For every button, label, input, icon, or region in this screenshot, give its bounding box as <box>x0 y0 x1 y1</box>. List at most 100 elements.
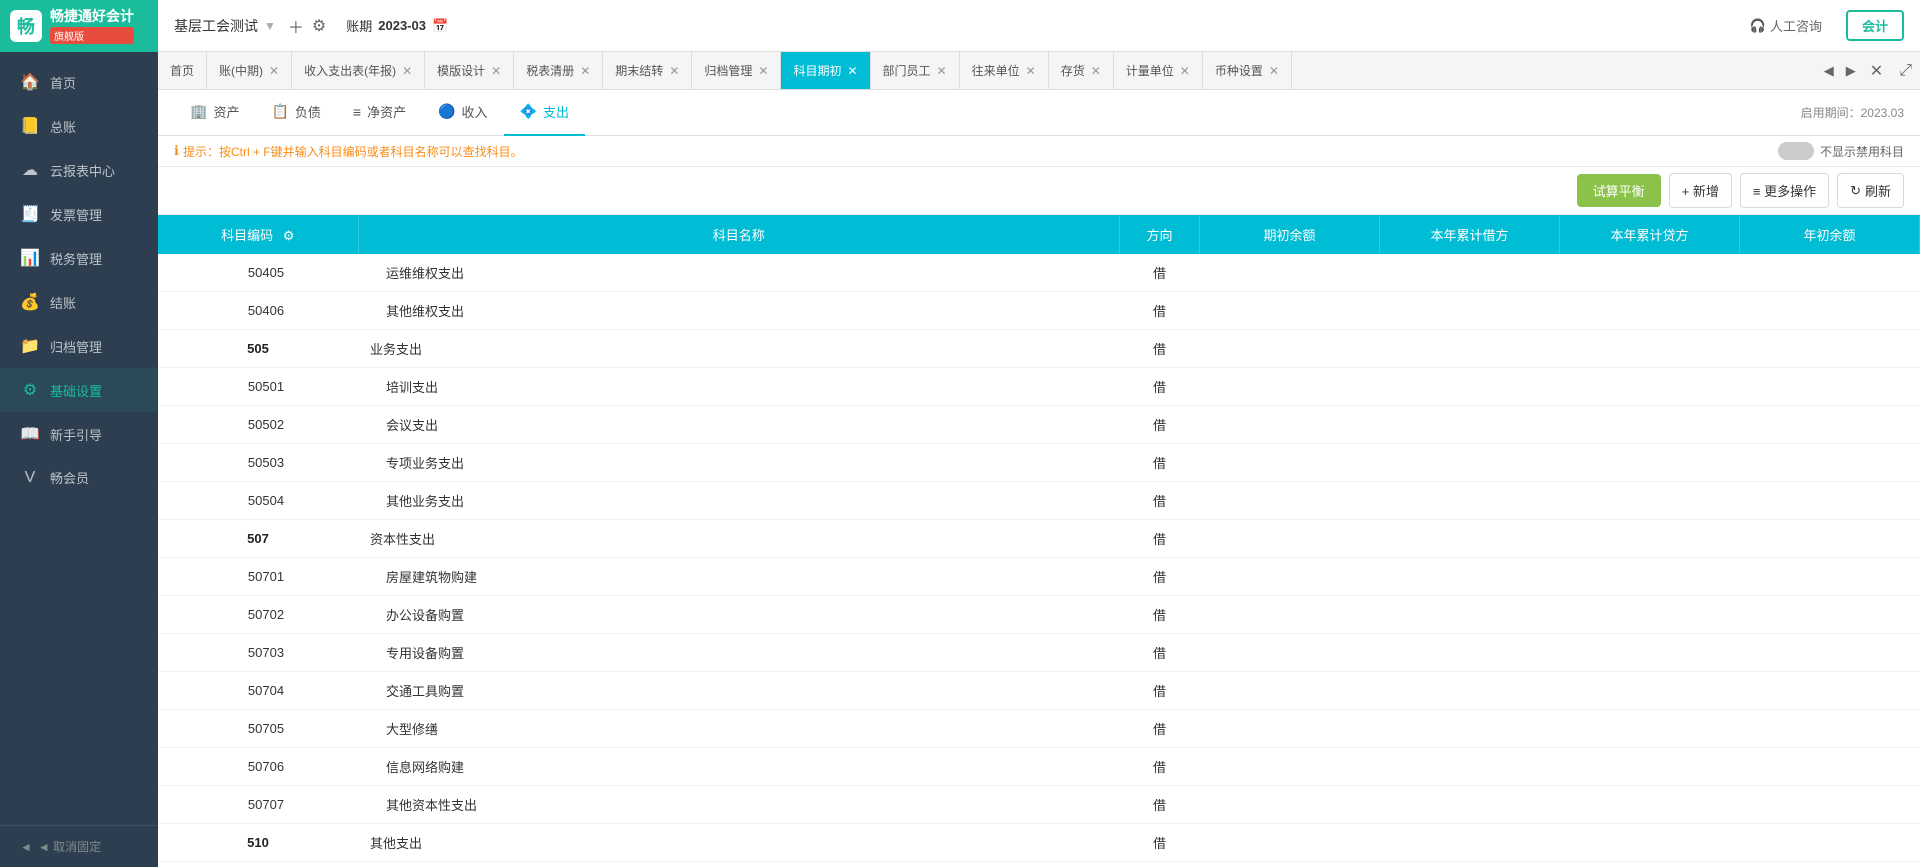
tab-存货[interactable]: 存货✕ <box>1049 52 1114 90</box>
tab-计量单位[interactable]: 计量单位✕ <box>1114 52 1203 90</box>
tab-label: 首页 <box>170 62 194 79</box>
sidebar-item-新手引导[interactable]: 📖新手引导 <box>0 412 158 456</box>
project-dropdown-icon[interactable]: ▼ <box>264 19 276 33</box>
cell-year-start <box>1740 672 1920 710</box>
cell-year-start <box>1740 596 1920 634</box>
tab-close-icon[interactable]: ✕ <box>1180 64 1190 78</box>
tab-close-icon[interactable]: ✕ <box>1026 64 1036 78</box>
refresh-icon: ↻ <box>1850 183 1861 199</box>
cell-name: 其他业务支出 <box>358 482 1120 520</box>
sidebar-item-结账[interactable]: 💰结账 <box>0 280 158 324</box>
sidebar-item-畅会员[interactable]: V畅会员 <box>0 456 158 499</box>
subtabs-bar: 🏢资产📋负债≡净资产🔵收入💠支出 启用期间：2023.03 <box>158 90 1920 136</box>
sidebar: 畅 畅捷通好会计 旗舰版 🏠首页📒总账☁云报表中心🧾发票管理📊税务管理💰结账📁归… <box>0 0 158 867</box>
tab-close-icon[interactable]: ✕ <box>1091 64 1101 78</box>
sidebar-item-基础设置[interactable]: ⚙ 基础设置 <box>0 368 158 412</box>
cell-year-start <box>1740 368 1920 406</box>
tab-首页[interactable]: 首页 <box>158 52 207 90</box>
tab-label: 币种设置 <box>1215 62 1263 79</box>
sidebar-item-label: 税务管理 <box>50 249 102 268</box>
tabs-close-all-btn[interactable]: ✕ <box>1862 52 1891 90</box>
cell-name: 资本性支出 <box>358 520 1120 558</box>
tab-模版设计[interactable]: 模版设计✕ <box>425 52 514 90</box>
subtab-净资产[interactable]: ≡净资产 <box>337 90 422 136</box>
tab-收入支出表(年报)[interactable]: 收入支出表(年报)✕ <box>292 52 425 90</box>
refresh-btn[interactable]: ↻ 刷新 <box>1837 173 1904 208</box>
tab-close-icon[interactable]: ✕ <box>669 64 679 78</box>
sidebar-item-发票管理[interactable]: 🧾发票管理 <box>0 192 158 236</box>
tab-期末结转[interactable]: 期末结转✕ <box>603 52 692 90</box>
tab-币种设置[interactable]: 币种设置 ✕ <box>1203 52 1292 90</box>
help-btn[interactable]: 🎧 人工咨询 <box>1750 16 1822 35</box>
cell-direction: 借 <box>1120 330 1200 368</box>
tab-close-icon[interactable]: ✕ <box>1269 64 1279 78</box>
sidebar-collapse-btn[interactable]: ◄ ◄ 取消固定 <box>0 825 158 867</box>
tab-部门员工[interactable]: 部门员工✕ <box>871 52 960 90</box>
more-icon: ≡ <box>1753 184 1764 199</box>
tab-税表清册[interactable]: 税表清册✕ <box>514 52 603 90</box>
main-content: 基层工会测试 ▼ ＋ ⚙ 账期 2023-03 📅 🎧 人工咨询 会计 首页账(… <box>158 0 1920 867</box>
subtab-资产[interactable]: 🏢资产 <box>174 90 255 136</box>
table-row: 50704 交通工具购置 借 <box>158 672 1920 710</box>
sidebar-item-总账[interactable]: 📒总账 <box>0 104 158 148</box>
cell-ytd-debit <box>1380 634 1560 672</box>
tab-往来单位[interactable]: 往来单位✕ <box>960 52 1049 90</box>
period-label: 账期 <box>346 16 372 35</box>
sidebar-item-税务管理[interactable]: 📊税务管理 <box>0 236 158 280</box>
add-btn[interactable]: + 新增 <box>1669 173 1732 208</box>
tab-归档管理[interactable]: 归档管理✕ <box>692 52 781 90</box>
tabs-expand-btn[interactable]: ⤢ <box>1891 52 1920 90</box>
sidebar-item-归档管理[interactable]: 📁归档管理 <box>0 324 158 368</box>
toggle-label: 不显示禁用科目 <box>1820 143 1904 160</box>
cell-code: 50504 <box>158 482 358 520</box>
cell-ytd-debit <box>1380 254 1560 292</box>
nav-icon: ⚙ <box>20 380 40 400</box>
balance-btn[interactable]: 试算平衡 <box>1577 174 1661 207</box>
tab-close-icon[interactable]: ✕ <box>269 64 279 78</box>
sidebar-item-label: 归档管理 <box>50 337 102 356</box>
cell-year-start <box>1740 406 1920 444</box>
tab-close-icon[interactable]: ✕ <box>847 64 857 78</box>
nav-icon: 📖 <box>20 424 40 444</box>
sidebar-item-label: 基础设置 <box>50 381 102 400</box>
more-btn[interactable]: ≡ 更多操作 <box>1740 173 1829 208</box>
project-selector[interactable]: 基层工会测试 ▼ <box>174 16 276 36</box>
tabs-container: 首页账(中期)✕收入支出表(年报)✕模版设计✕税表清册✕期末结转✕归档管理✕科目… <box>158 52 1818 90</box>
tab-账(中期)[interactable]: 账(中期)✕ <box>207 52 292 90</box>
tabs-next-btn[interactable]: ▶ <box>1840 52 1862 90</box>
tab-close-icon[interactable]: ✕ <box>491 64 501 78</box>
col-ytd-debit: 本年累计借方 <box>1380 215 1560 254</box>
cell-opening <box>1200 634 1380 672</box>
tabs-prev-btn[interactable]: ◀ <box>1818 52 1840 90</box>
tab-close-icon[interactable]: ✕ <box>580 64 590 78</box>
sidebar-item-首页[interactable]: 🏠首页 <box>0 60 158 104</box>
tab-科目期初[interactable]: 科目期初✕ <box>781 52 870 90</box>
tab-close-icon[interactable]: ✕ <box>758 64 768 78</box>
cell-year-start <box>1740 482 1920 520</box>
cell-opening <box>1200 254 1380 292</box>
cell-year-start <box>1740 520 1920 558</box>
user-role-btn[interactable]: 会计 <box>1846 10 1904 41</box>
cell-code: 50503 <box>158 444 358 482</box>
hint-icon: ℹ <box>174 143 179 159</box>
cell-name: 会议支出 <box>358 406 1120 444</box>
subtab-icon: 📋 <box>271 103 288 120</box>
add-tab-icon[interactable]: ＋ <box>288 14 304 38</box>
subtab-负债[interactable]: 📋负债 <box>255 90 336 136</box>
settings-icon[interactable]: ⚙ <box>312 16 326 36</box>
cell-ytd-credit <box>1560 748 1740 786</box>
disable-toggle[interactable] <box>1778 142 1814 160</box>
cell-code: 50701 <box>158 558 358 596</box>
tab-close-icon[interactable]: ✕ <box>937 64 947 78</box>
subtab-收入[interactable]: 🔵收入 <box>422 90 503 136</box>
sidebar-item-云报表中心[interactable]: ☁云报表中心 <box>0 148 158 192</box>
settings-gear-icon[interactable]: ⚙ <box>283 228 295 243</box>
cell-ytd-debit <box>1380 558 1560 596</box>
tab-close-icon[interactable]: ✕ <box>402 64 412 78</box>
sidebar-item-label: 结账 <box>50 293 76 312</box>
table-wrap: 科目编码 ⚙ 科目名称 方向 期初余额 本年累计借方 本年累计贷方 年初余额 5… <box>158 215 1920 867</box>
table-row: 50705 大型修缮 借 <box>158 710 1920 748</box>
calendar-icon[interactable]: 📅 <box>432 18 448 34</box>
cell-name: 办公设备购置 <box>358 596 1120 634</box>
subtab-支出[interactable]: 💠支出 <box>504 90 585 136</box>
